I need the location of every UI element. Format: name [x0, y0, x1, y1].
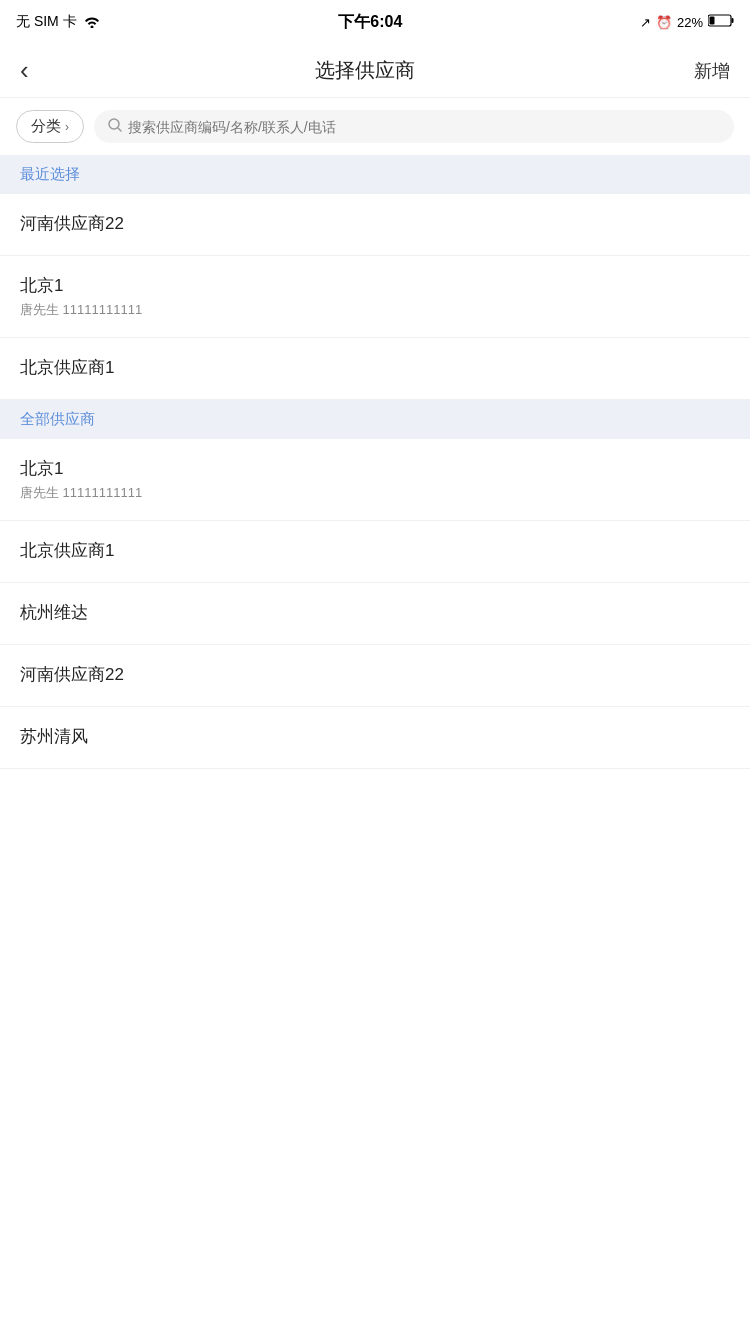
all-section-label: 全部供应商: [20, 410, 95, 427]
recent-section-label: 最近选择: [20, 165, 80, 182]
nav-bar: ‹ 选择供应商 新增: [0, 44, 750, 98]
recent-section-header: 最近选择: [0, 155, 750, 194]
location-icon: ↗: [640, 15, 651, 30]
search-icon: [108, 118, 122, 135]
list-item[interactable]: 河南供应商22: [0, 645, 750, 707]
item-name: 河南供应商22: [20, 663, 730, 686]
list-item[interactable]: 北京供应商1: [0, 521, 750, 583]
recent-items-list: 河南供应商22 北京1 唐先生 11111111111 北京供应商1: [0, 194, 750, 400]
category-label: 分类: [31, 117, 61, 136]
item-name: 北京1: [20, 274, 730, 297]
item-name: 北京供应商1: [20, 356, 730, 379]
item-name: 河南供应商22: [20, 212, 730, 235]
battery-icon: [708, 14, 734, 30]
sim-text: 无 SIM 卡: [16, 13, 77, 31]
alarm-icon: ⏰: [656, 15, 672, 30]
status-right: ↗ ⏰ 22%: [640, 14, 734, 30]
page-title: 选择供应商: [60, 57, 670, 84]
item-name: 苏州清风: [20, 725, 730, 748]
item-name: 北京供应商1: [20, 539, 730, 562]
all-items-list: 北京1 唐先生 11111111111 北京供应商1 杭州维达河南供应商22 苏州清风: [0, 439, 750, 769]
search-input[interactable]: [128, 119, 720, 135]
wifi-icon: [83, 14, 101, 31]
battery-percent: 22%: [677, 15, 703, 30]
add-button[interactable]: 新增: [670, 59, 730, 83]
list-item[interactable]: 苏州清风: [0, 707, 750, 769]
list-item[interactable]: 杭州维达: [0, 583, 750, 645]
status-bar: 无 SIM 卡 下午6:04 ↗ ⏰ 22%: [0, 0, 750, 44]
status-time: 下午6:04: [338, 12, 402, 33]
list-item[interactable]: 北京1 唐先生 11111111111: [0, 439, 750, 521]
svg-line-4: [118, 128, 121, 131]
svg-rect-1: [731, 18, 733, 23]
item-sub: 唐先生 11111111111: [20, 484, 730, 502]
chevron-right-icon: ›: [65, 120, 69, 134]
search-box[interactable]: [94, 110, 734, 143]
status-left: 无 SIM 卡: [16, 13, 101, 31]
item-name: 杭州维达: [20, 601, 730, 624]
svg-rect-2: [709, 17, 714, 25]
list-item[interactable]: 北京1 唐先生 11111111111: [0, 256, 750, 338]
back-button[interactable]: ‹: [20, 55, 60, 86]
list-item[interactable]: 北京供应商1: [0, 338, 750, 400]
filter-bar: 分类 ›: [0, 98, 750, 155]
item-sub: 唐先生 11111111111: [20, 301, 730, 319]
all-section-header: 全部供应商: [0, 400, 750, 439]
list-item[interactable]: 河南供应商22: [0, 194, 750, 256]
item-name: 北京1: [20, 457, 730, 480]
category-filter-button[interactable]: 分类 ›: [16, 110, 84, 143]
